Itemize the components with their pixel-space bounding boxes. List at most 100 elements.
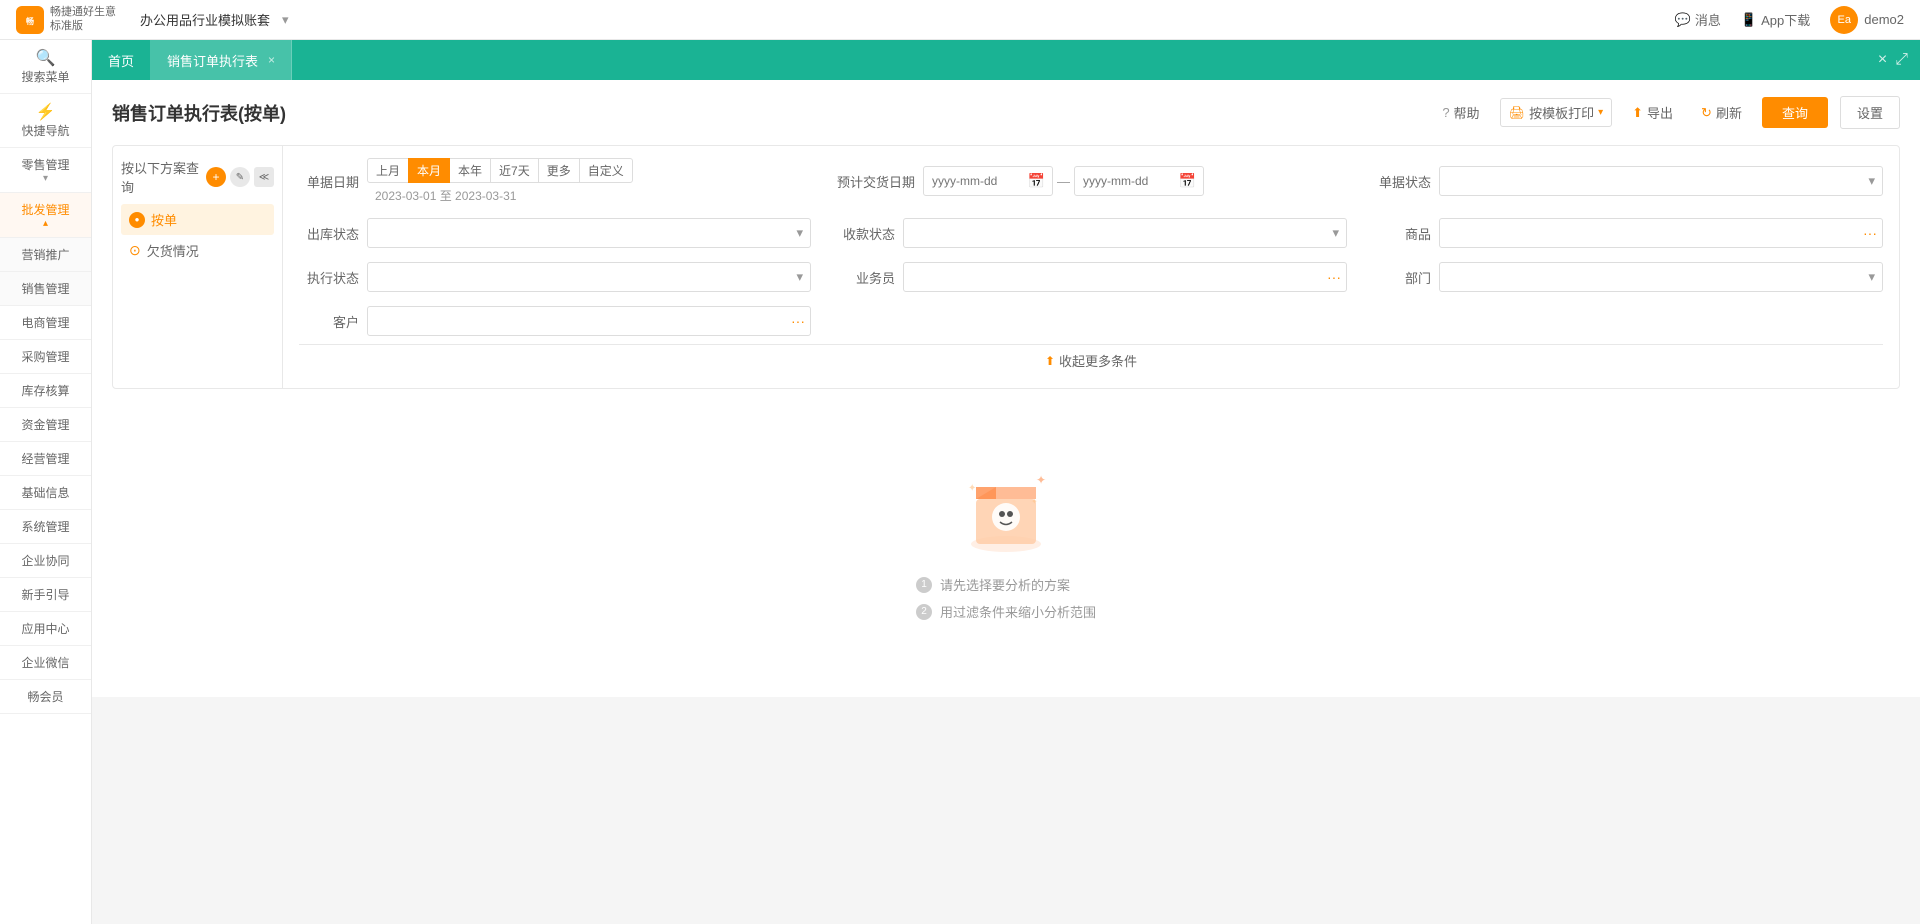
message-icon: 💬 [1675, 12, 1691, 28]
collapse-icon: ≪ [259, 172, 269, 183]
sidebar-item-inventory[interactable]: 库存核算 [0, 374, 91, 408]
left-panel-title: 按以下方案查询 [121, 158, 206, 196]
delivery-status-field: 出库状态 ▾ [299, 218, 811, 248]
payment-status-field: 收款状态 ▾ [835, 218, 1347, 248]
execution-status-control: ▾ [367, 262, 811, 292]
expected-date-end-input[interactable] [1074, 166, 1204, 196]
goods-field: 商品 ··· [1371, 218, 1883, 248]
status-field: 单据状态 ▾ [1371, 166, 1883, 196]
edit-scheme-button[interactable]: ✎ [230, 167, 250, 187]
tab-close-icon[interactable]: × [268, 53, 275, 67]
main-split: 按以下方案查询 + ✎ ≪ [112, 145, 1900, 389]
top-header: 畅 畅捷通好生意 标准版 办公用品行业模拟账套 ▾ 💬 消息 📱 App下载 E… [0, 0, 1920, 40]
export-icon: ⬆ [1632, 105, 1643, 121]
empty-tip-1: 1 请先选择要分析的方案 [916, 575, 1096, 594]
scheme-icon: ⊙ [129, 242, 141, 259]
print-icon: 🖨 [1509, 105, 1526, 121]
sidebar-item-ecommerce[interactable]: 电商管理 [0, 306, 91, 340]
date-this-month-tab[interactable]: 本月 [408, 158, 450, 183]
tab-sales-order[interactable]: 销售订单执行表 × [151, 40, 292, 80]
department-control: ▾ [1439, 262, 1883, 292]
edit-icon: ✎ [236, 172, 244, 183]
expected-date-end-wrapper: 📅 [1074, 166, 1204, 196]
delivery-status-select[interactable] [367, 218, 811, 248]
sidebar-item-sales[interactable]: 销售管理 [0, 272, 91, 306]
department-select[interactable] [1439, 262, 1883, 292]
add-scheme-button[interactable]: + [206, 167, 226, 187]
refresh-button[interactable]: ↻ 刷新 [1693, 99, 1750, 126]
sidebar-item-retail[interactable]: 零售管理 ▾ [0, 148, 91, 193]
sidebar-item-system[interactable]: 系统管理 [0, 510, 91, 544]
sidebar-item-purchase[interactable]: 采购管理 [0, 340, 91, 374]
app-download-button[interactable]: 📱 App下载 [1741, 10, 1810, 29]
tip-num-1: 1 [916, 577, 932, 593]
sidebar-item-app-center[interactable]: 应用中心 [0, 612, 91, 646]
tip-num-2: 2 [916, 604, 932, 620]
date-recent7-tab[interactable]: 近7天 [490, 158, 539, 183]
sidebar-item-basics[interactable]: 基础信息 [0, 476, 91, 510]
tab-bar: 首页 销售订单执行表 × × ⤢ [92, 40, 1920, 80]
collapse-up-icon: ⬆ [1045, 354, 1055, 368]
header-left: 畅 畅捷通好生意 标准版 办公用品行业模拟账套 ▾ [16, 6, 289, 34]
execution-status-select[interactable] [367, 262, 811, 292]
status-select[interactable] [1439, 166, 1883, 196]
customer-field: 客户 ··· [299, 306, 811, 336]
date-filter-tabs: 上月 本月 本年 近7天 更多 自定义 [367, 158, 811, 183]
customer-label: 客户 [299, 312, 359, 331]
sidebar-item-operations[interactable]: 经营管理 [0, 442, 91, 476]
page-actions: ? 帮助 🖨 按模板打印 ▾ ⬆ 导出 ↻ [1434, 96, 1900, 129]
query-button[interactable]: 查询 [1762, 97, 1828, 128]
svg-text:畅: 畅 [26, 16, 34, 26]
left-panel: 按以下方案查询 + ✎ ≪ [113, 146, 283, 388]
user-avatar: Ea [1830, 6, 1858, 34]
left-panel-header: 按以下方案查询 + ✎ ≪ [121, 158, 274, 196]
empty-state: ✦ ✦ ✦ 1 请先选择要分析的方案 2 用过滤条件来缩小分析范围 [112, 389, 1900, 681]
sidebar-item-quick-nav[interactable]: ⚡ 快捷导航 [0, 94, 91, 148]
window-close-button[interactable]: × [1878, 51, 1887, 69]
collapse-panel-button[interactable]: ≪ [254, 167, 274, 187]
empty-tips: 1 请先选择要分析的方案 2 用过滤条件来缩小分析范围 [916, 575, 1096, 621]
print-button[interactable]: 🖨 按模板打印 ▾ [1500, 98, 1613, 127]
scheme-item-single[interactable]: ● 按单 [121, 204, 274, 235]
sidebar-item-wechat[interactable]: 企业微信 [0, 646, 91, 680]
date-this-year-tab[interactable]: 本年 [449, 158, 491, 183]
date-label: 单据日期 [299, 172, 359, 191]
sidebar-item-wholesale[interactable]: 批发管理 ▴ [0, 193, 91, 238]
date-prev-month-tab[interactable]: 上月 [367, 158, 409, 183]
settings-button[interactable]: 设置 [1840, 96, 1900, 129]
help-button[interactable]: ? 帮助 [1434, 99, 1487, 126]
sidebar-item-guide[interactable]: 新手引导 [0, 578, 91, 612]
scheme-item-shortage[interactable]: ⊙ 欠货情况 [121, 235, 274, 266]
tab-bar-actions: × ⤢ [1866, 40, 1920, 80]
page-inner: 销售订单执行表(按单) ? 帮助 🖨 按模板打印 ▾ ⬆ [92, 80, 1920, 697]
breadcrumb-arrow[interactable]: ▾ [282, 12, 289, 28]
logo-icon: 畅 [16, 6, 44, 34]
sidebar-item-marketing[interactable]: 营销推广 [0, 238, 91, 272]
page-content: 销售订单执行表(按单) ? 帮助 🖨 按模板打印 ▾ ⬆ [92, 80, 1920, 924]
department-field: 部门 ▾ [1371, 262, 1883, 292]
window-max-button[interactable]: ⤢ [1895, 51, 1908, 69]
header-right: 💬 消息 📱 App下载 Ea demo2 [1675, 6, 1904, 34]
empty-illustration: ✦ ✦ ✦ [946, 449, 1066, 559]
date-more-tab[interactable]: 更多 [538, 158, 580, 183]
salesman-field: 业务员 ··· [835, 262, 1347, 292]
sidebar-item-search[interactable]: 🔍 搜索菜单 [0, 40, 91, 94]
payment-status-select[interactable] [903, 218, 1347, 248]
goods-input[interactable] [1439, 218, 1883, 248]
svg-text:✦: ✦ [1031, 497, 1038, 506]
user-menu[interactable]: Ea demo2 [1830, 6, 1904, 34]
sidebar-sub-items: 营销推广 销售管理 [0, 238, 91, 306]
sidebar-item-membership[interactable]: 畅会员 [0, 680, 91, 714]
customer-input[interactable] [367, 306, 811, 336]
salesman-input[interactable] [903, 262, 1347, 292]
date-custom-tab[interactable]: 自定义 [579, 158, 633, 183]
expected-date-start-input[interactable] [923, 166, 1053, 196]
sidebar-item-finance[interactable]: 资金管理 [0, 408, 91, 442]
message-button[interactable]: 💬 消息 [1675, 10, 1721, 29]
sidebar-item-enterprise[interactable]: 企业协同 [0, 544, 91, 578]
collapse-filter-button[interactable]: ⬆ 收起更多条件 [299, 344, 1883, 376]
salesman-label: 业务员 [835, 268, 895, 287]
export-button[interactable]: ⬆ 导出 [1624, 99, 1681, 126]
tab-home[interactable]: 首页 [92, 40, 151, 80]
status-label: 单据状态 [1371, 172, 1431, 191]
